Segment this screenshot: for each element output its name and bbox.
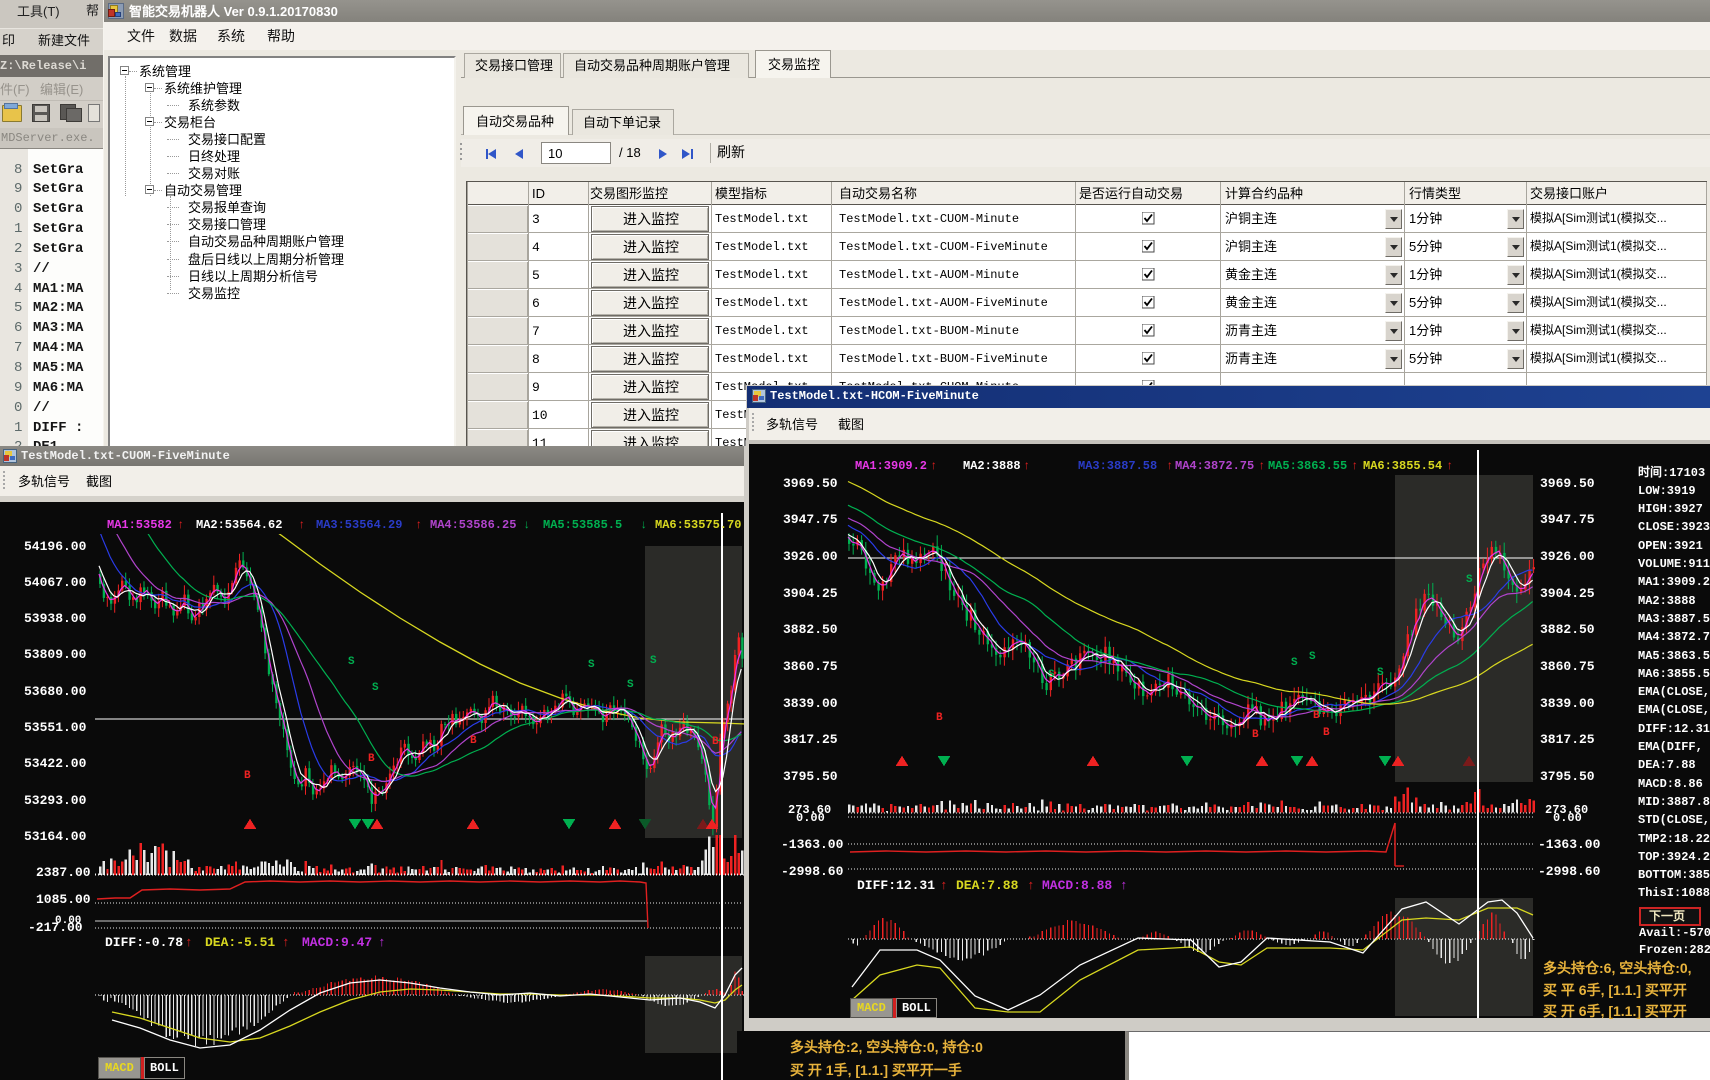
- svg-text:B: B: [936, 712, 943, 724]
- svg-text:S: S: [1377, 667, 1384, 679]
- svg-text:S: S: [627, 679, 634, 691]
- svg-text:S: S: [650, 655, 657, 667]
- svg-text:S: S: [1309, 651, 1316, 663]
- svg-text:B: B: [368, 753, 375, 765]
- svg-text:B: B: [1323, 727, 1330, 739]
- svg-text:S: S: [1048, 669, 1055, 681]
- svg-text:B: B: [1313, 710, 1320, 722]
- svg-text:S: S: [372, 682, 379, 694]
- svg-text:S: S: [1291, 657, 1298, 669]
- svg-text:B: B: [244, 770, 251, 782]
- svg-text:S: S: [1466, 574, 1473, 586]
- svg-text:B: B: [470, 735, 477, 747]
- svg-text:S: S: [348, 656, 355, 668]
- svg-text:B: B: [1252, 729, 1259, 741]
- svg-text:S: S: [588, 659, 595, 671]
- svg-text:B: B: [712, 736, 719, 748]
